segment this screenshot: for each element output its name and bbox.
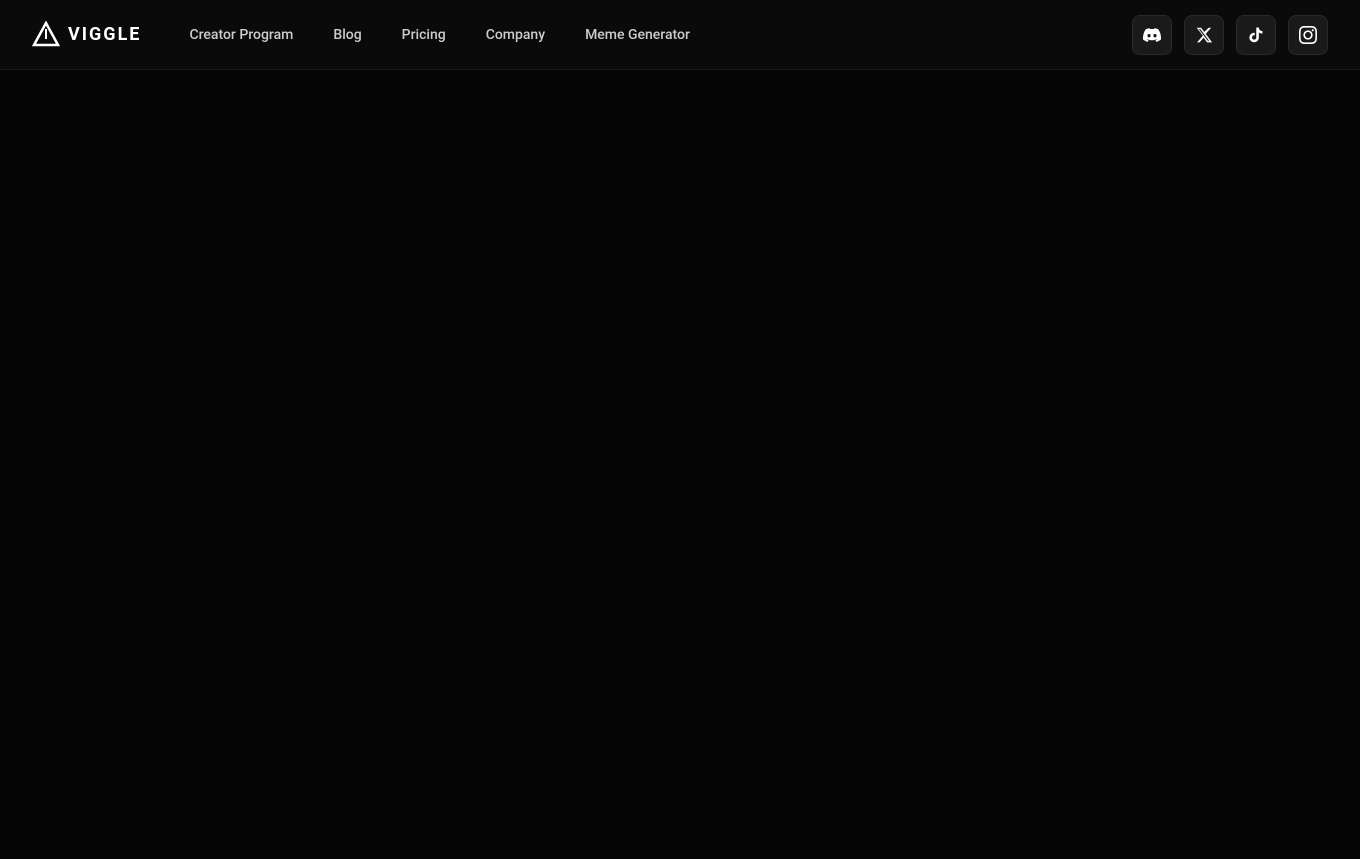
nav-link-blog[interactable]: Blog (333, 27, 361, 43)
main-content (0, 70, 1360, 859)
discord-icon (1143, 26, 1161, 44)
nav-link-creator-program[interactable]: Creator Program (189, 27, 293, 43)
twitter-icon (1195, 26, 1213, 44)
navbar-left: VIGGLE Creator Program Blog Pricing Comp… (32, 21, 690, 49)
logo-text: VIGGLE (68, 24, 141, 45)
logo[interactable]: VIGGLE (32, 21, 141, 49)
discord-button[interactable] (1132, 15, 1172, 55)
tiktok-icon (1247, 26, 1265, 44)
nav-link-pricing[interactable]: Pricing (402, 27, 446, 43)
instagram-icon (1299, 26, 1317, 44)
nav-links: Creator Program Blog Pricing Company Mem… (189, 27, 690, 43)
navbar-right (1132, 15, 1328, 55)
viggle-logo-icon (32, 21, 60, 49)
tiktok-button[interactable] (1236, 15, 1276, 55)
navbar: VIGGLE Creator Program Blog Pricing Comp… (0, 0, 1360, 70)
instagram-button[interactable] (1288, 15, 1328, 55)
nav-link-company[interactable]: Company (486, 27, 545, 43)
nav-link-meme-generator[interactable]: Meme Generator (585, 27, 690, 43)
twitter-button[interactable] (1184, 15, 1224, 55)
